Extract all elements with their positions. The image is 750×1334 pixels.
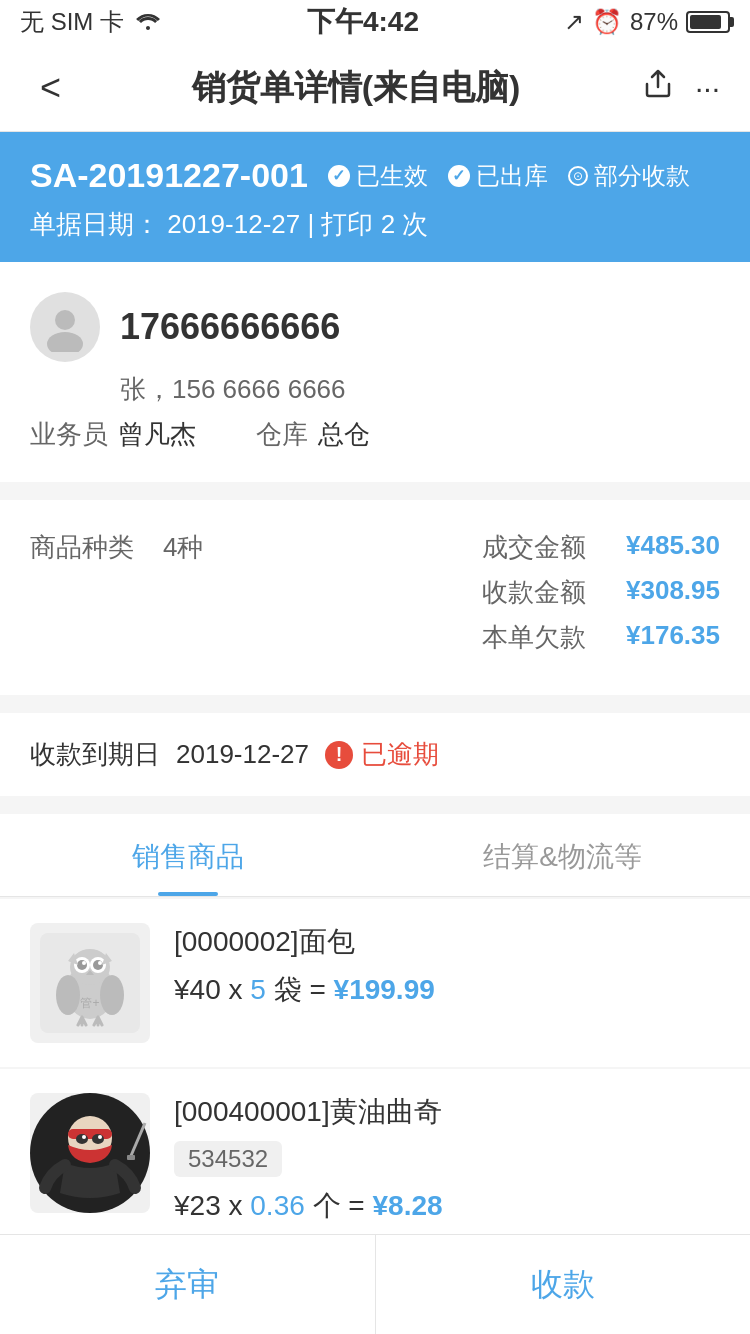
product-thumbnail-1: 管+ bbox=[30, 923, 150, 1043]
nav-bar: < 销货单详情(来自电脑) ··· bbox=[0, 44, 750, 132]
cancel-button[interactable]: 弃审 bbox=[0, 1235, 376, 1334]
status-bar-right: ↗ ⏰ 87% bbox=[564, 8, 730, 36]
due-date-section: 收款到期日 2019-12-27 ! 已逾期 bbox=[0, 713, 750, 796]
order-header: SA-20191227-001 ✓ 已生效 ✓ 已出库 ⊙ 部分收款 单据日期：… bbox=[0, 132, 750, 262]
list-item: [000400001]黄油曲奇 534532 ¥23 x 0.36 个 = ¥8… bbox=[0, 1069, 750, 1249]
status-badge-active: ✓ 已生效 bbox=[328, 160, 428, 192]
warehouse-item: 仓库 总仓 bbox=[256, 417, 370, 452]
tab-sales-products[interactable]: 销售商品 bbox=[0, 814, 375, 896]
due-label: 收款到期日 bbox=[30, 737, 160, 772]
staff-name: 曾凡杰 bbox=[118, 417, 196, 452]
wifi-icon bbox=[134, 8, 162, 36]
customer-section: 17666666666 张，156 6666 6666 业务员 曾凡杰 仓库 总… bbox=[0, 262, 750, 482]
divider-2 bbox=[0, 697, 750, 713]
amount-label: 成交金额 bbox=[482, 530, 586, 565]
print-suffix: 次 bbox=[402, 209, 428, 239]
svg-point-23 bbox=[98, 1135, 102, 1139]
bottom-bar: 弃审 收款 bbox=[0, 1234, 750, 1334]
received-value: ¥308.95 bbox=[626, 575, 720, 610]
status-bar-left: 无 SIM 卡 bbox=[20, 6, 162, 38]
amount-row: 成交金额 ¥485.30 bbox=[482, 530, 720, 565]
staff-item: 业务员 曾凡杰 bbox=[30, 417, 196, 452]
overdue-icon: ! bbox=[325, 741, 353, 769]
product-price-1: ¥40 x 5 袋 = ¥199.99 bbox=[174, 971, 720, 1009]
battery-icon bbox=[686, 11, 730, 33]
location-icon: ↗ bbox=[564, 8, 584, 36]
divider-3 bbox=[0, 798, 750, 814]
print-count: 2 bbox=[381, 209, 395, 239]
summary-right: 成交金额 ¥485.30 收款金额 ¥308.95 本单欠款 ¥176.35 bbox=[482, 530, 720, 665]
divider-1 bbox=[0, 484, 750, 500]
status-badge-partial: ⊙ 部分收款 bbox=[568, 160, 690, 192]
debt-value: ¥176.35 bbox=[626, 620, 720, 655]
staff-label: 业务员 bbox=[30, 417, 108, 452]
alarm-icon: ⏰ bbox=[592, 8, 622, 36]
confirm-button[interactable]: 收款 bbox=[376, 1235, 751, 1334]
tab-settlement[interactable]: 结算&物流等 bbox=[375, 814, 750, 896]
category-item: 商品种类 4种 bbox=[30, 530, 203, 565]
nav-actions: ··· bbox=[641, 67, 720, 108]
customer-phone: 17666666666 bbox=[120, 306, 340, 348]
product-price-2: ¥23 x 0.36 个 = ¥8.28 bbox=[174, 1187, 720, 1225]
svg-point-1 bbox=[47, 332, 83, 352]
product-name-2: [000400001]黄油曲奇 bbox=[174, 1093, 720, 1131]
received-row: 收款金额 ¥308.95 bbox=[482, 575, 720, 610]
overdue-badge: ! 已逾期 bbox=[325, 737, 439, 772]
share-button[interactable] bbox=[641, 67, 675, 108]
category-value: 4种 bbox=[163, 532, 203, 562]
carrier-label: 无 SIM 卡 bbox=[20, 6, 124, 38]
check-icon-2: ✓ bbox=[448, 165, 470, 187]
debt-label: 本单欠款 bbox=[482, 620, 586, 655]
received-label: 收款金额 bbox=[482, 575, 586, 610]
date-label: 单据日期： bbox=[30, 209, 160, 239]
svg-point-0 bbox=[55, 310, 75, 330]
svg-point-20 bbox=[76, 1134, 88, 1144]
list-item: 管+ [0000002]面包 ¥40 x 5 袋 = ¥199.99 bbox=[0, 899, 750, 1067]
tabs-section: 销售商品 结算&物流等 bbox=[0, 814, 750, 897]
svg-point-21 bbox=[92, 1134, 104, 1144]
product-info-1: [0000002]面包 ¥40 x 5 袋 = ¥199.99 bbox=[174, 923, 720, 1009]
product-info-2: [000400001]黄油曲奇 534532 ¥23 x 0.36 个 = ¥8… bbox=[174, 1093, 720, 1225]
more-button[interactable]: ··· bbox=[695, 71, 720, 105]
svg-point-22 bbox=[82, 1135, 86, 1139]
amount-value: ¥485.30 bbox=[626, 530, 720, 565]
customer-name: 张，156 6666 6666 bbox=[30, 372, 720, 407]
due-date: 2019-12-27 bbox=[176, 739, 309, 770]
clock-icon: ⊙ bbox=[568, 166, 588, 186]
svg-rect-25 bbox=[127, 1155, 135, 1160]
summary-left: 商品种类 4种 bbox=[30, 530, 203, 571]
svg-point-7 bbox=[82, 961, 86, 965]
print-label: | 打印 bbox=[307, 209, 373, 239]
status-bar-time: 下午4:42 bbox=[307, 3, 419, 41]
product-list: 管+ [0000002]面包 ¥40 x 5 袋 = ¥199.99 bbox=[0, 899, 750, 1249]
battery-label: 87% bbox=[630, 8, 678, 36]
svg-point-10 bbox=[98, 961, 102, 965]
category-label: 商品种类 bbox=[30, 532, 134, 562]
svg-rect-19 bbox=[68, 1129, 112, 1139]
svg-point-6 bbox=[77, 960, 87, 970]
order-id: SA-20191227-001 bbox=[30, 156, 308, 195]
status-bar: 无 SIM 卡 下午4:42 ↗ ⏰ 87% bbox=[0, 0, 750, 44]
status-badge-shipped: ✓ 已出库 bbox=[448, 160, 548, 192]
svg-point-14 bbox=[56, 975, 80, 1015]
back-button[interactable]: < bbox=[30, 57, 71, 119]
customer-meta: 业务员 曾凡杰 仓库 总仓 bbox=[30, 417, 720, 452]
avatar bbox=[30, 292, 100, 362]
product-name-1: [0000002]面包 bbox=[174, 923, 720, 961]
product-thumbnail-2 bbox=[30, 1093, 150, 1213]
warehouse-label: 仓库 bbox=[256, 417, 308, 452]
svg-point-15 bbox=[100, 975, 124, 1015]
order-date-row: 单据日期： 2019-12-27 | 打印 2 次 bbox=[30, 207, 720, 242]
product-sku-2: 534532 bbox=[174, 1141, 282, 1177]
svg-point-9 bbox=[93, 960, 103, 970]
warehouse-name: 总仓 bbox=[318, 417, 370, 452]
debt-row: 本单欠款 ¥176.35 bbox=[482, 620, 720, 655]
svg-text:管+: 管+ bbox=[80, 996, 99, 1010]
summary-section: 商品种类 4种 成交金额 ¥485.30 收款金额 ¥308.95 本单欠款 ¥… bbox=[0, 500, 750, 695]
order-date: 2019-12-27 bbox=[167, 209, 300, 239]
page-title: 销货单详情(来自电脑) bbox=[192, 65, 521, 111]
check-icon: ✓ bbox=[328, 165, 350, 187]
overdue-text: 已逾期 bbox=[361, 737, 439, 772]
